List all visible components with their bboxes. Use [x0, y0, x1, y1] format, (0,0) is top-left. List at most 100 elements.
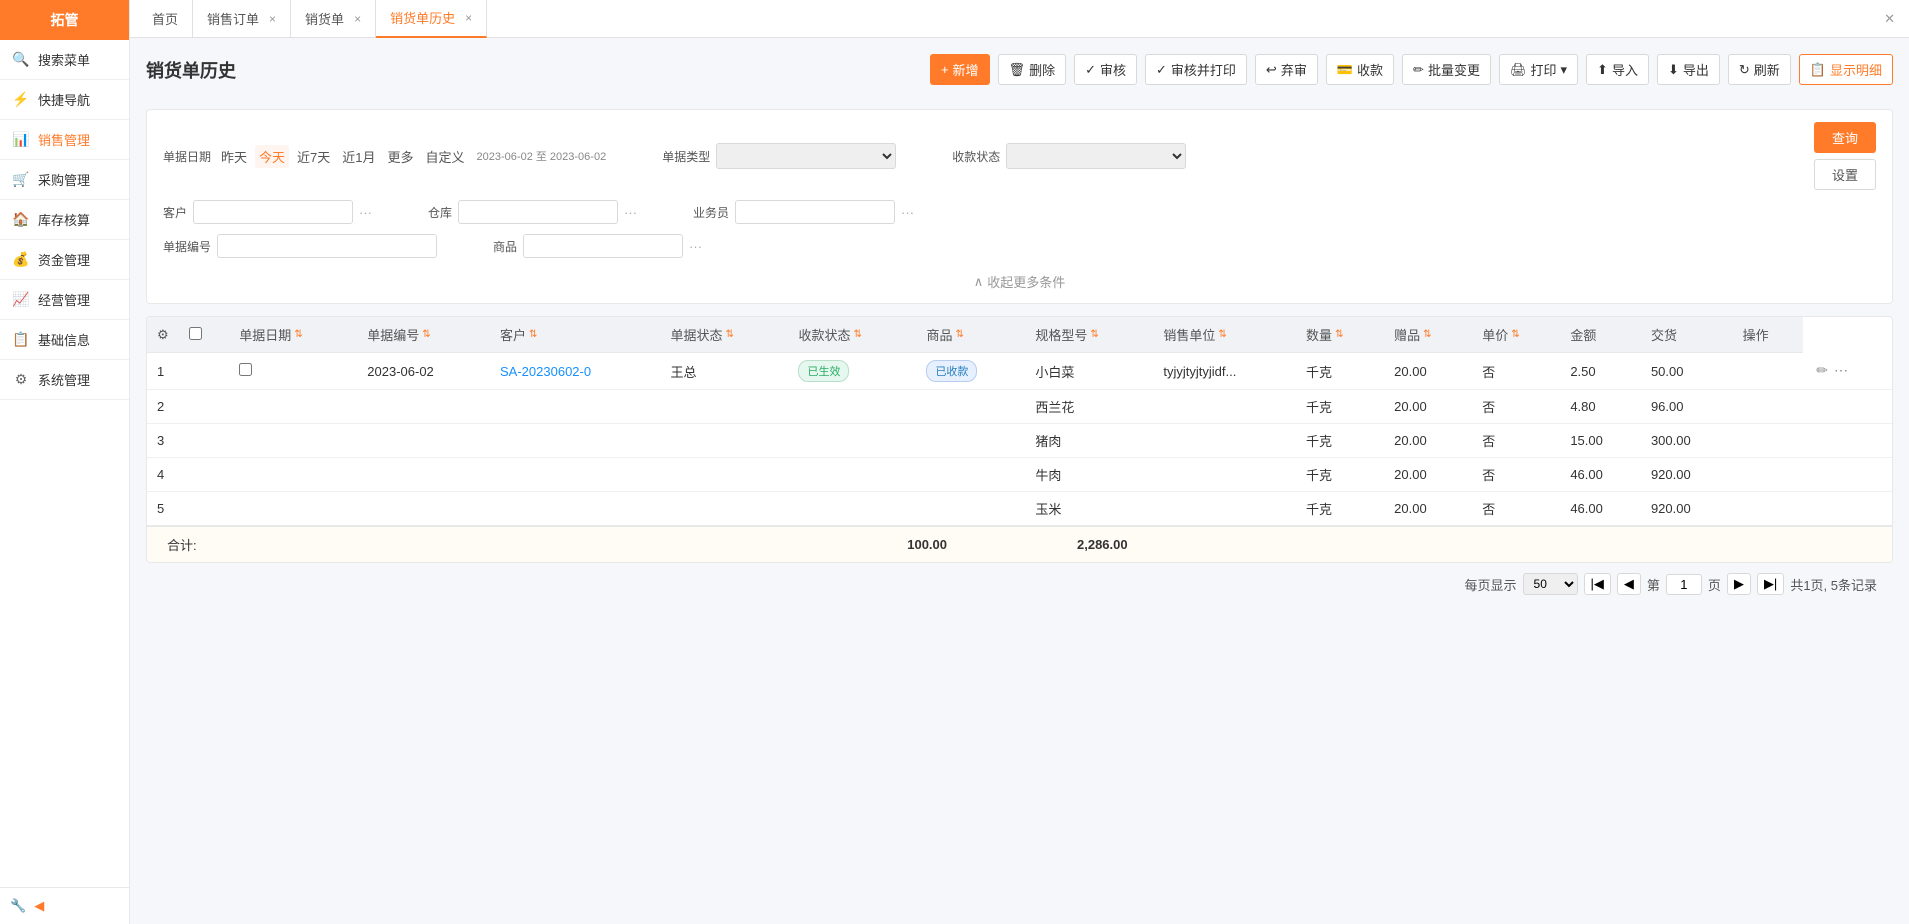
tab-sales-order[interactable]: 销售订单 ×	[193, 0, 291, 38]
doc-no-link[interactable]: SA-20230602-0	[500, 364, 591, 379]
sidebar-item-purchase-mgmt[interactable]: 🛒 采购管理	[0, 160, 129, 200]
doc-type-select[interactable]	[716, 143, 896, 169]
warehouse-picker-icon[interactable]: ···	[624, 205, 637, 220]
col-settings[interactable]: ⚙	[147, 317, 179, 353]
total-label: 合计:	[157, 535, 337, 554]
date-range-display: 2023-06-02 至 2023-06-02	[477, 148, 607, 164]
shortcut-7days[interactable]: 近7天	[293, 145, 334, 168]
customer-picker-icon[interactable]: ···	[359, 205, 372, 220]
tab-sales-delivery[interactable]: 销货单 ×	[291, 0, 376, 38]
row-checkbox[interactable]	[239, 363, 252, 376]
salesperson-picker-icon[interactable]: ···	[901, 205, 914, 220]
customer-input[interactable]	[193, 200, 353, 224]
sidebar-item-label: 销售管理	[38, 130, 90, 149]
cell-spec-type	[1153, 458, 1296, 492]
sidebar-item-search-menu[interactable]: 🔍 搜索菜单	[0, 40, 129, 80]
refresh-button[interactable]: ↻ 刷新	[1728, 54, 1791, 85]
import-button[interactable]: ⬆ 导入	[1586, 54, 1649, 85]
shortcut-yesterday[interactable]: 昨天	[217, 145, 251, 168]
payment-status-label: 收款状态	[952, 148, 1000, 165]
table-row: 2 西兰花 千克 20.00 否 4.80 96.00	[147, 390, 1892, 424]
delete-button[interactable]: 🗑 删除	[998, 54, 1067, 85]
per-page-select[interactable]: 50 20 100	[1523, 573, 1578, 595]
first-page-button[interactable]: |◀	[1584, 573, 1611, 595]
prev-page-button[interactable]: ◀	[1617, 573, 1641, 595]
abandon-button[interactable]: ↩ 弃审	[1255, 54, 1318, 85]
product-input[interactable]	[523, 234, 683, 258]
col-sales-unit[interactable]: 销售单位 ⇅	[1153, 317, 1296, 353]
shortcut-1month[interactable]: 近1月	[338, 145, 379, 168]
shortcut-more[interactable]: 更多	[384, 145, 418, 168]
header-row: 销货单历史 + 新增 🗑 删除 ✓ 审核 ✓ 审核并打印	[146, 54, 1893, 97]
cell-sales-unit: 千克	[1296, 492, 1384, 526]
export-button[interactable]: ⬇ 导出	[1657, 54, 1720, 85]
col-payment-status[interactable]: 收款状态 ⇅	[788, 317, 916, 353]
close-all-tabs-button[interactable]: ✕	[1878, 9, 1901, 29]
col-customer[interactable]: 客户 ⇅	[490, 317, 660, 353]
user-settings-icon[interactable]: 🔧	[10, 898, 26, 914]
audit-print-button[interactable]: ✓ 审核并打印	[1145, 54, 1247, 85]
col-checkbox[interactable]	[179, 317, 230, 353]
salesperson-input[interactable]	[735, 200, 895, 224]
tab-home[interactable]: 首页	[138, 0, 193, 38]
shortcut-today[interactable]: 今天	[255, 145, 289, 168]
cell-checkbox[interactable]	[229, 353, 357, 390]
qty-sort-icon: ⇅	[1335, 329, 1343, 340]
batch-change-button[interactable]: ✏ 批量变更	[1402, 54, 1491, 85]
query-button[interactable]: 查询	[1814, 122, 1876, 153]
content-area: 销货单历史 + 新增 🗑 删除 ✓ 审核 ✓ 审核并打印	[130, 38, 1909, 924]
collapse-sidebar-icon[interactable]: ◀	[34, 898, 44, 914]
doc-no-input[interactable]	[217, 234, 437, 258]
col-date[interactable]: 单据日期 ⇅	[229, 317, 357, 353]
last-page-button[interactable]: ▶|	[1757, 573, 1784, 595]
cell-actions	[1803, 390, 1892, 424]
col-doc-no[interactable]: 单据编号 ⇅	[357, 317, 490, 353]
edit-action-icon[interactable]: ✏	[1816, 362, 1828, 378]
sidebar: 拓管 🔍 搜索菜单 ⚡ 快捷导航 📊 销售管理 🛒 采购管理 🏠 库存核算 💰 …	[0, 0, 130, 924]
col-quantity[interactable]: 数量 ⇅	[1296, 317, 1384, 353]
col-product[interactable]: 商品 ⇅	[916, 317, 1025, 353]
col-gift[interactable]: 赠品 ⇅	[1384, 317, 1472, 353]
select-all-checkbox[interactable]	[189, 327, 202, 340]
sidebar-item-system-mgmt[interactable]: ⚙ 系统管理	[0, 360, 129, 400]
sidebar-item-label: 资金管理	[38, 250, 90, 269]
cell-settings	[179, 458, 230, 492]
table-header-row: ⚙ 单据日期 ⇅ 单据编号 ⇅	[147, 317, 1892, 353]
more-action-icon[interactable]: ⋯	[1834, 362, 1848, 378]
col-amount: 金额	[1560, 317, 1641, 353]
sidebar-item-basic-info[interactable]: 📋 基础信息	[0, 320, 129, 360]
collapse-filter-button[interactable]: ∧ 收起更多条件	[163, 268, 1876, 291]
receive-button[interactable]: 💳 收款	[1326, 54, 1394, 85]
col-unit-price[interactable]: 单价 ⇅	[1472, 317, 1560, 353]
tab-sales-order-close[interactable]: ×	[269, 12, 276, 26]
sidebar-item-sales-mgmt[interactable]: 📊 销售管理	[0, 120, 129, 160]
cell-checkbox[interactable]	[229, 458, 357, 492]
audit-button[interactable]: ✓ 审核	[1074, 54, 1137, 85]
cell-checkbox[interactable]	[229, 390, 357, 424]
payment-status-select[interactable]	[1006, 143, 1186, 169]
page-number-input[interactable]	[1666, 574, 1702, 595]
cell-checkbox[interactable]	[229, 492, 357, 526]
sidebar-item-quick-nav[interactable]: ⚡ 快捷导航	[0, 80, 129, 120]
sidebar-item-finance-mgmt[interactable]: 💰 资金管理	[0, 240, 129, 280]
cell-sales-unit: 千克	[1296, 424, 1384, 458]
show-detail-button[interactable]: 📋 显示明细	[1799, 54, 1893, 85]
tab-sales-delivery-close[interactable]: ×	[354, 12, 361, 26]
tab-sales-history[interactable]: 销货单历史 ×	[376, 0, 487, 38]
purchase-icon: 🛒	[12, 171, 30, 189]
cell-actions: ✏⋯	[1803, 353, 1892, 390]
product-picker-icon[interactable]: ···	[689, 239, 702, 254]
sidebar-item-inventory[interactable]: 🏠 库存核算	[0, 200, 129, 240]
new-button[interactable]: + 新增	[930, 54, 990, 85]
cell-checkbox[interactable]	[229, 424, 357, 458]
sidebar-item-operations-mgmt[interactable]: 📈 经营管理	[0, 280, 129, 320]
shortcut-custom[interactable]: 自定义	[422, 145, 469, 168]
col-doc-status[interactable]: 单据状态 ⇅	[660, 317, 788, 353]
tab-sales-history-close[interactable]: ×	[465, 11, 472, 25]
filter-settings-button[interactable]: 设置	[1814, 159, 1876, 190]
filter-item-doc-type: 单据类型	[662, 143, 896, 169]
warehouse-input[interactable]	[458, 200, 618, 224]
print-button[interactable]: 🖨 打印 ▾	[1499, 54, 1578, 85]
next-page-button[interactable]: ▶	[1727, 573, 1751, 595]
col-spec-type[interactable]: 规格型号 ⇅	[1025, 317, 1153, 353]
